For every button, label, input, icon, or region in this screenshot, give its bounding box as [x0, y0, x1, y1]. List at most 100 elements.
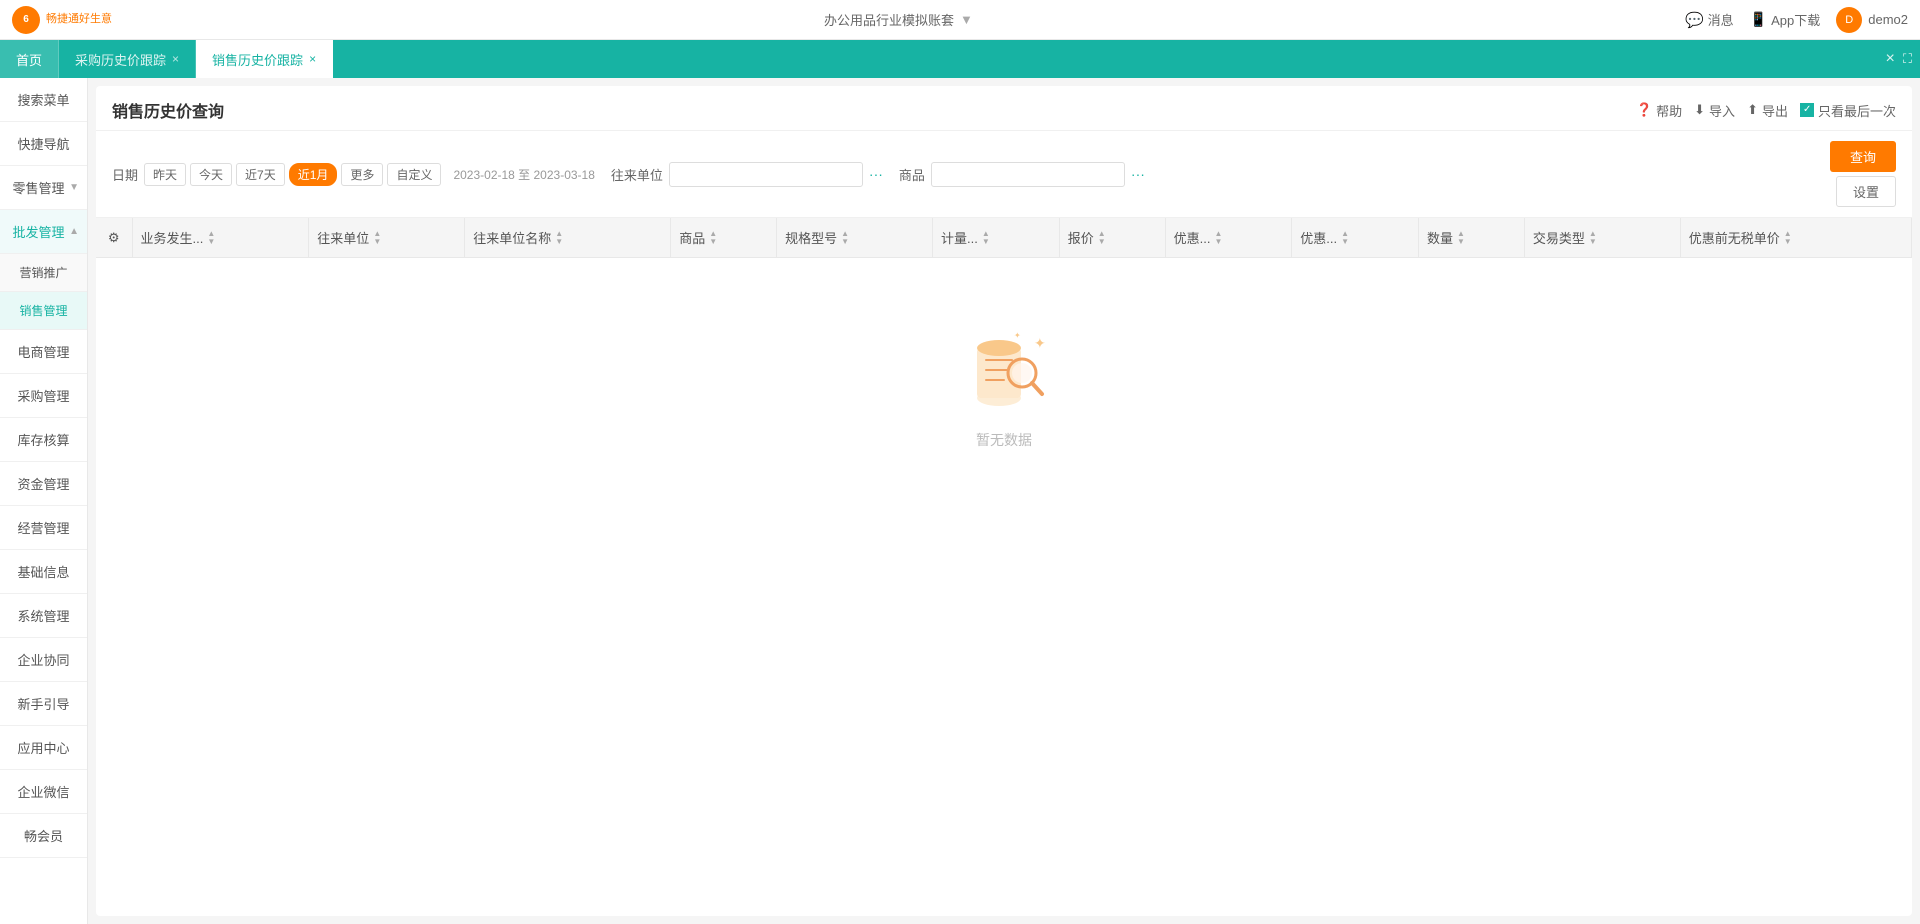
- th-discount1[interactable]: 优惠... ▲▼: [1165, 218, 1292, 258]
- tab-home-label: 首页: [16, 50, 42, 69]
- logo-text: 畅捷通好生意: [46, 13, 112, 26]
- tab-sales-history-label: 销售历史价跟踪: [212, 50, 303, 69]
- sidebar-sub-wholesale: 营销推广 销售管理: [0, 254, 87, 330]
- table-container: ⚙ 业务发生... ▲▼ 往来单位: [96, 218, 1912, 916]
- wholesale-mgmt-arrow-icon: ▲: [69, 226, 79, 237]
- date-btn-today[interactable]: 今天: [190, 163, 232, 186]
- import-btn[interactable]: ⬇ 导入: [1694, 101, 1735, 120]
- sidebar-item-app-center[interactable]: 应用中心: [0, 726, 87, 770]
- th-qty[interactable]: 数量 ▲▼: [1419, 218, 1525, 258]
- top-bar-right: 💬 消息 📱 App下载 D demo2: [1685, 7, 1908, 33]
- dropdown-icon[interactable]: ▼: [960, 12, 973, 27]
- partner-input[interactable]: [669, 162, 863, 187]
- user-area[interactable]: D demo2: [1836, 7, 1908, 33]
- top-center: 办公用品行业模拟账套 ▼: [824, 10, 973, 29]
- sidebar-item-sales-mgmt-label: 销售管理: [8, 302, 79, 319]
- date-range-display: 2023-02-18 至 2023-03-18: [453, 166, 594, 183]
- sidebar-item-ops-mgmt[interactable]: 经营管理: [0, 506, 87, 550]
- date-filter-group: 日期 昨天 今天 近7天 近1月 更多 自定义 2023-02-18 至 202…: [112, 163, 595, 186]
- partner-filter-label: 往来单位: [611, 165, 663, 184]
- table-header-row: ⚙ 业务发生... ▲▼ 往来单位: [96, 218, 1912, 258]
- sort-unit-icon: ▲▼: [982, 230, 990, 246]
- top-bar: 6 畅捷通好生意 办公用品行业模拟账套 ▼ 💬 消息 📱 App下载 D dem…: [0, 0, 1920, 40]
- th-biz-date[interactable]: 业务发生... ▲▼: [132, 218, 309, 258]
- svg-text:✦: ✦: [1014, 331, 1021, 340]
- th-quote[interactable]: 报价 ▲▼: [1059, 218, 1165, 258]
- sort-pretax-price-icon: ▲▼: [1784, 230, 1792, 246]
- empty-state: ✦ ✦ 暂无数据: [96, 258, 1912, 510]
- sidebar-item-marketing-promo[interactable]: 营销推广: [0, 254, 87, 292]
- main-layout: 搜索菜单 快捷导航 零售管理 ▼ 批发管理 ▲ 营销推广 销售管理 电商管理 采…: [0, 78, 1920, 924]
- th-goods[interactable]: 商品 ▲▼: [671, 218, 777, 258]
- sidebar-item-finance-mgmt[interactable]: 资金管理: [0, 462, 87, 506]
- date-btn-yesterday[interactable]: 昨天: [144, 163, 186, 186]
- sidebar-item-sales-mgmt[interactable]: 销售管理: [0, 292, 87, 330]
- company-label: 办公用品行业模拟账套: [824, 10, 954, 29]
- maximize-tab-button[interactable]: ⛶: [1903, 51, 1912, 67]
- sidebar-item-purchase-mgmt[interactable]: 采购管理: [0, 374, 87, 418]
- partner-lookup-btn[interactable]: ···: [869, 166, 883, 182]
- close-sales-history-tab[interactable]: ×: [309, 52, 316, 66]
- sidebar-item-enterprise-wechat[interactable]: 企业微信: [0, 770, 87, 814]
- goods-input[interactable]: [931, 162, 1125, 187]
- th-gear[interactable]: ⚙: [96, 218, 132, 258]
- tab-home[interactable]: 首页: [0, 40, 59, 78]
- sidebar-item-inventory-check[interactable]: 库存核算: [0, 418, 87, 462]
- tab-purchase-history[interactable]: 采购历史价跟踪 ×: [59, 40, 196, 78]
- sidebar-item-finance-mgmt-label: 资金管理: [8, 474, 79, 493]
- th-partner-code[interactable]: 往来单位 ▲▼: [309, 218, 465, 258]
- tab-actions: × ⛶: [1886, 50, 1920, 68]
- sidebar-item-newbie-guide[interactable]: 新手引导: [0, 682, 87, 726]
- sort-spec-icon: ▲▼: [841, 230, 849, 246]
- message-btn[interactable]: 💬 消息: [1685, 10, 1734, 29]
- app-download-btn[interactable]: 📱 App下载: [1750, 10, 1821, 29]
- date-btn-custom[interactable]: 自定义: [387, 163, 441, 186]
- query-button[interactable]: 查询: [1830, 141, 1896, 172]
- app-download-icon: 📱: [1750, 11, 1767, 28]
- settings-button[interactable]: 设置: [1836, 176, 1896, 207]
- th-pretax-price[interactable]: 优惠前无税单价 ▲▼: [1680, 218, 1911, 258]
- th-discount2[interactable]: 优惠... ▲▼: [1292, 218, 1419, 258]
- sidebar-item-newbie-guide-label: 新手引导: [8, 694, 79, 713]
- sidebar-item-enterprise-collab[interactable]: 企业协同: [0, 638, 87, 682]
- sidebar-item-quick-nav[interactable]: 快捷导航: [0, 122, 87, 166]
- sidebar-item-wholesale-mgmt[interactable]: 批发管理 ▲: [0, 210, 87, 254]
- import-icon: ⬇: [1694, 102, 1705, 118]
- sort-discount1-icon: ▲▼: [1214, 230, 1222, 246]
- sort-qty-icon: ▲▼: [1457, 230, 1465, 246]
- sidebar-item-ecommerce-mgmt-label: 电商管理: [8, 342, 79, 361]
- svg-text:✦: ✦: [1034, 335, 1046, 351]
- date-btn-more[interactable]: 更多: [341, 163, 383, 186]
- only-last-checkbox[interactable]: [1800, 103, 1814, 117]
- filter-area: 日期 昨天 今天 近7天 近1月 更多 自定义 2023-02-18 至 202…: [96, 131, 1912, 218]
- logo-icon: 6: [12, 6, 40, 34]
- goods-filter-group: 商品 ···: [899, 162, 1145, 187]
- th-spec[interactable]: 规格型号 ▲▼: [777, 218, 933, 258]
- sidebar-item-vip-member[interactable]: 畅会员: [0, 814, 87, 858]
- sidebar-item-system-mgmt[interactable]: 系统管理: [0, 594, 87, 638]
- date-btn-7days[interactable]: 近7天: [236, 163, 285, 186]
- export-btn[interactable]: ⬆ 导出: [1747, 101, 1788, 120]
- th-unit[interactable]: 计量... ▲▼: [933, 218, 1060, 258]
- sort-partner-name-icon: ▲▼: [555, 230, 563, 246]
- sidebar-item-retail-mgmt-label: 零售管理: [8, 178, 69, 197]
- sidebar-item-search-menu[interactable]: 搜索菜单: [0, 78, 87, 122]
- close-purchase-history-tab[interactable]: ×: [172, 52, 179, 66]
- help-btn[interactable]: ❓ 帮助: [1636, 101, 1682, 120]
- data-table: ⚙ 业务发生... ▲▼ 往来单位: [96, 218, 1912, 258]
- sidebar-item-ecommerce-mgmt[interactable]: 电商管理: [0, 330, 87, 374]
- sidebar-item-retail-mgmt[interactable]: 零售管理 ▼: [0, 166, 87, 210]
- th-partner-name[interactable]: 往来单位名称 ▲▼: [465, 218, 671, 258]
- only-last-checkbox-label[interactable]: 只看最后一次: [1800, 101, 1896, 120]
- sidebar-item-basic-info[interactable]: 基础信息: [0, 550, 87, 594]
- th-trade-type[interactable]: 交易类型 ▲▼: [1524, 218, 1680, 258]
- goods-lookup-btn[interactable]: ···: [1131, 166, 1145, 182]
- tab-purchase-history-label: 采购历史价跟踪: [75, 50, 166, 69]
- sidebar-item-purchase-mgmt-label: 采购管理: [8, 386, 79, 405]
- partner-filter-group: 往来单位 ···: [611, 162, 883, 187]
- sidebar-item-app-center-label: 应用中心: [8, 738, 79, 757]
- date-btn-1month[interactable]: 近1月: [289, 163, 338, 186]
- gear-icon: ⚙: [108, 230, 120, 245]
- tab-sales-history[interactable]: 销售历史价跟踪 ×: [196, 40, 333, 78]
- close-tab-button[interactable]: ×: [1886, 50, 1895, 68]
